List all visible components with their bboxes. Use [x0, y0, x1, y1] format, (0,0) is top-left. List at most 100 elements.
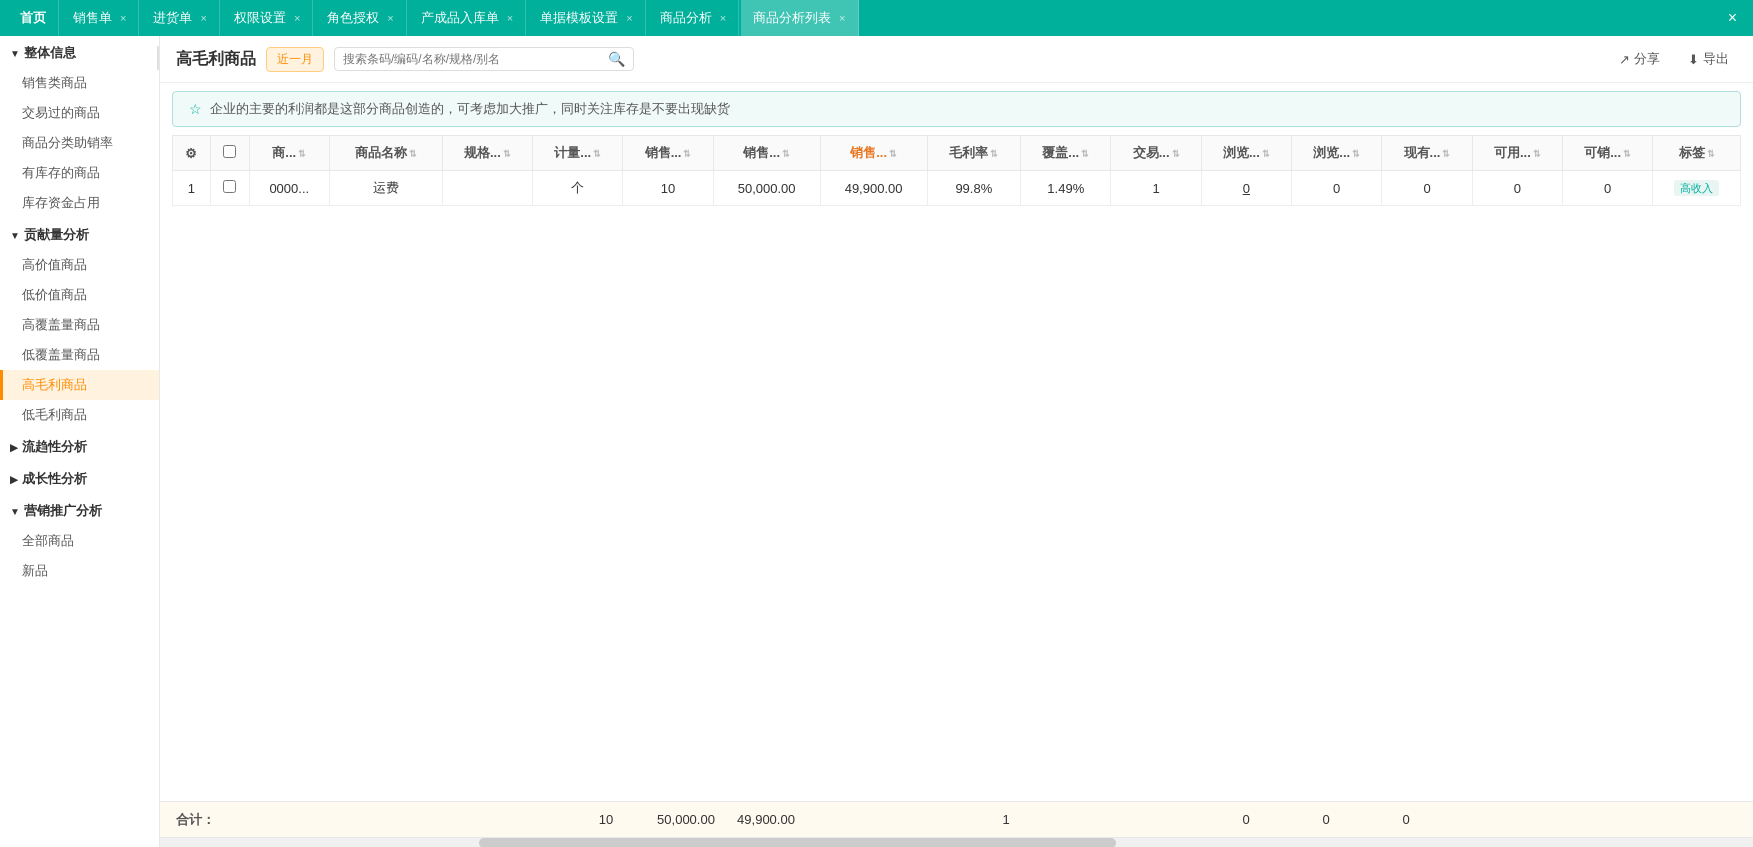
table-container: ⚙ 商...⇅ 商品名称⇅ 规格...⇅ 计量...⇅ 销售...⇅ 销售...…: [160, 135, 1753, 801]
header-actions: ↗ 分享 ⬇ 导出: [1611, 46, 1737, 72]
cell-index: 1: [173, 171, 211, 206]
col-current-stock[interactable]: 现有...⇅: [1382, 136, 1472, 171]
tab-analysis-list[interactable]: 商品分析列表 ×: [741, 0, 858, 36]
table-row: 1 0000... 运费 个 10 50,000.00 49,900.00 99…: [173, 171, 1741, 206]
sidebar-item-low-coverage[interactable]: 低覆盖量商品: [0, 340, 159, 370]
cell-code: 0000...: [249, 171, 329, 206]
sidebar-item-new-goods[interactable]: 新品: [0, 556, 159, 586]
cell-checkbox[interactable]: [210, 171, 249, 206]
col-transactions[interactable]: 交易...⇅: [1111, 136, 1201, 171]
tab-home[interactable]: 首页: [8, 0, 59, 36]
select-all-checkbox[interactable]: [223, 145, 236, 158]
col-available-stock[interactable]: 可用...⇅: [1472, 136, 1562, 171]
col-sales-net[interactable]: 销售...⇅: [820, 136, 927, 171]
close-analysis-tab[interactable]: ×: [720, 12, 726, 24]
cell-available-stock: 0: [1472, 171, 1562, 206]
close-roles-tab[interactable]: ×: [387, 12, 393, 24]
col-views2[interactable]: 浏览...⇅: [1292, 136, 1382, 171]
tab-analysis[interactable]: 商品分析 ×: [648, 0, 739, 36]
share-icon: ↗: [1619, 52, 1630, 67]
cell-coverage: 1.49%: [1021, 171, 1111, 206]
col-code[interactable]: 商...⇅: [249, 136, 329, 171]
search-icon[interactable]: 🔍: [608, 51, 625, 67]
col-name[interactable]: 商品名称⇅: [329, 136, 442, 171]
filter-period-button[interactable]: 近一月: [266, 47, 324, 72]
col-spec[interactable]: 规格...⇅: [442, 136, 532, 171]
footer-sales-count: 10: [566, 812, 646, 827]
close-templates-tab[interactable]: ×: [626, 12, 632, 24]
footer-code: [246, 812, 326, 827]
export-icon: ⬇: [1688, 52, 1699, 67]
sidebar-group-trend[interactable]: ▶ 流趋性分析: [0, 430, 159, 462]
tab-templates[interactable]: 单据模板设置 ×: [528, 0, 645, 36]
tab-roles[interactable]: 角色授权 ×: [315, 0, 406, 36]
close-window-button[interactable]: ×: [1720, 9, 1745, 27]
footer-available-stock: 0: [1286, 812, 1366, 827]
collapse-arrow-icon: 《: [158, 49, 161, 67]
sidebar-item-high-coverage[interactable]: 高覆盖量商品: [0, 310, 159, 340]
sidebar-item-in-stock-goods[interactable]: 有库存的商品: [0, 158, 159, 188]
footer-sales-amount: 50,000.00: [646, 812, 726, 827]
info-icon: ☆: [189, 101, 202, 117]
sidebar-group-contribution[interactable]: ▼ 贡献量分析: [0, 218, 159, 250]
col-sales-amount[interactable]: 销售...⇅: [713, 136, 820, 171]
sidebar-item-category-sales-rate[interactable]: 商品分类助销率: [0, 128, 159, 158]
close-analysis-list-tab[interactable]: ×: [839, 12, 845, 24]
close-sales-tab[interactable]: ×: [120, 12, 126, 24]
horizontal-scrollbar[interactable]: [160, 837, 1753, 847]
col-views1[interactable]: 浏览...⇅: [1201, 136, 1291, 171]
sidebar-item-sales-goods[interactable]: 销售类商品: [0, 68, 159, 98]
col-settings[interactable]: ⚙: [173, 136, 211, 171]
col-unit[interactable]: 计量...⇅: [533, 136, 623, 171]
contribution-group-label: 贡献量分析: [24, 226, 89, 244]
sidebar-collapse-button[interactable]: 《: [157, 46, 160, 70]
export-button[interactable]: ⬇ 导出: [1680, 46, 1737, 72]
page-title: 高毛利商品: [176, 49, 256, 70]
data-table: ⚙ 商...⇅ 商品名称⇅ 规格...⇅ 计量...⇅ 销售...⇅ 销售...…: [172, 135, 1741, 206]
tab-sales[interactable]: 销售单 ×: [61, 0, 139, 36]
sidebar-item-stock-capital[interactable]: 库存资金占用: [0, 188, 159, 218]
close-purchase-tab[interactable]: ×: [200, 12, 206, 24]
col-sales-count[interactable]: 销售...⇅: [623, 136, 713, 171]
content-area: 高毛利商品 近一月 🔍 ↗ 分享 ⬇ 导出 ☆ 企业的主要的利润都是这部分商品创…: [160, 36, 1753, 847]
sidebar-item-high-margin[interactable]: 高毛利商品: [0, 370, 159, 400]
cell-sales-count: 10: [623, 171, 713, 206]
col-saleable[interactable]: 可销...⇅: [1562, 136, 1652, 171]
tab-sales-label: 销售单: [73, 9, 112, 27]
col-checkbox[interactable]: [210, 136, 249, 171]
tab-permissions[interactable]: 权限设置 ×: [222, 0, 313, 36]
footer-transactions: 1: [966, 812, 1046, 827]
col-coverage[interactable]: 覆盖...⇅: [1021, 136, 1111, 171]
col-gross-margin[interactable]: 毛利率⇅: [927, 136, 1021, 171]
sidebar-item-high-value[interactable]: 高价值商品: [0, 250, 159, 280]
tab-home-label: 首页: [20, 9, 46, 27]
tab-finished-goods[interactable]: 产成品入库单 ×: [409, 0, 526, 36]
footer-coverage: [886, 812, 966, 827]
contribution-group-arrow: ▼: [10, 230, 20, 241]
share-button[interactable]: ↗ 分享: [1611, 46, 1668, 72]
sidebar-item-low-value[interactable]: 低价值商品: [0, 280, 159, 310]
tab-purchase[interactable]: 进货单 ×: [141, 0, 219, 36]
sidebar-group-marketing[interactable]: ▼ 营销推广分析: [0, 494, 159, 526]
sidebar-item-traded-goods[interactable]: 交易过的商品: [0, 98, 159, 128]
content-header: 高毛利商品 近一月 🔍 ↗ 分享 ⬇ 导出: [160, 36, 1753, 83]
row-checkbox[interactable]: [223, 180, 236, 193]
trend-group-arrow: ▶: [10, 442, 18, 453]
footer-views2: [1126, 812, 1206, 827]
tab-finished-goods-label: 产成品入库单: [421, 9, 499, 27]
search-box: 🔍: [334, 47, 634, 71]
topbar: 首页 销售单 × 进货单 × 权限设置 × 角色授权 × 产成品入库单 × 单据…: [0, 0, 1753, 36]
cell-views1[interactable]: 0: [1201, 171, 1291, 206]
sidebar-item-low-margin[interactable]: 低毛利商品: [0, 400, 159, 430]
cell-spec: [442, 171, 532, 206]
close-finished-goods-tab[interactable]: ×: [507, 12, 513, 24]
sidebar-group-overall[interactable]: ▼ 整体信息: [0, 36, 159, 68]
close-permissions-tab[interactable]: ×: [294, 12, 300, 24]
sidebar-group-growth[interactable]: ▶ 成长性分析: [0, 462, 159, 494]
search-input[interactable]: [343, 52, 602, 66]
sidebar-item-all-goods[interactable]: 全部商品: [0, 526, 159, 556]
marketing-group-arrow: ▼: [10, 506, 20, 517]
col-tag[interactable]: 标签⇅: [1653, 136, 1741, 171]
scrollbar-thumb[interactable]: [479, 838, 1116, 847]
tab-purchase-label: 进货单: [153, 9, 192, 27]
